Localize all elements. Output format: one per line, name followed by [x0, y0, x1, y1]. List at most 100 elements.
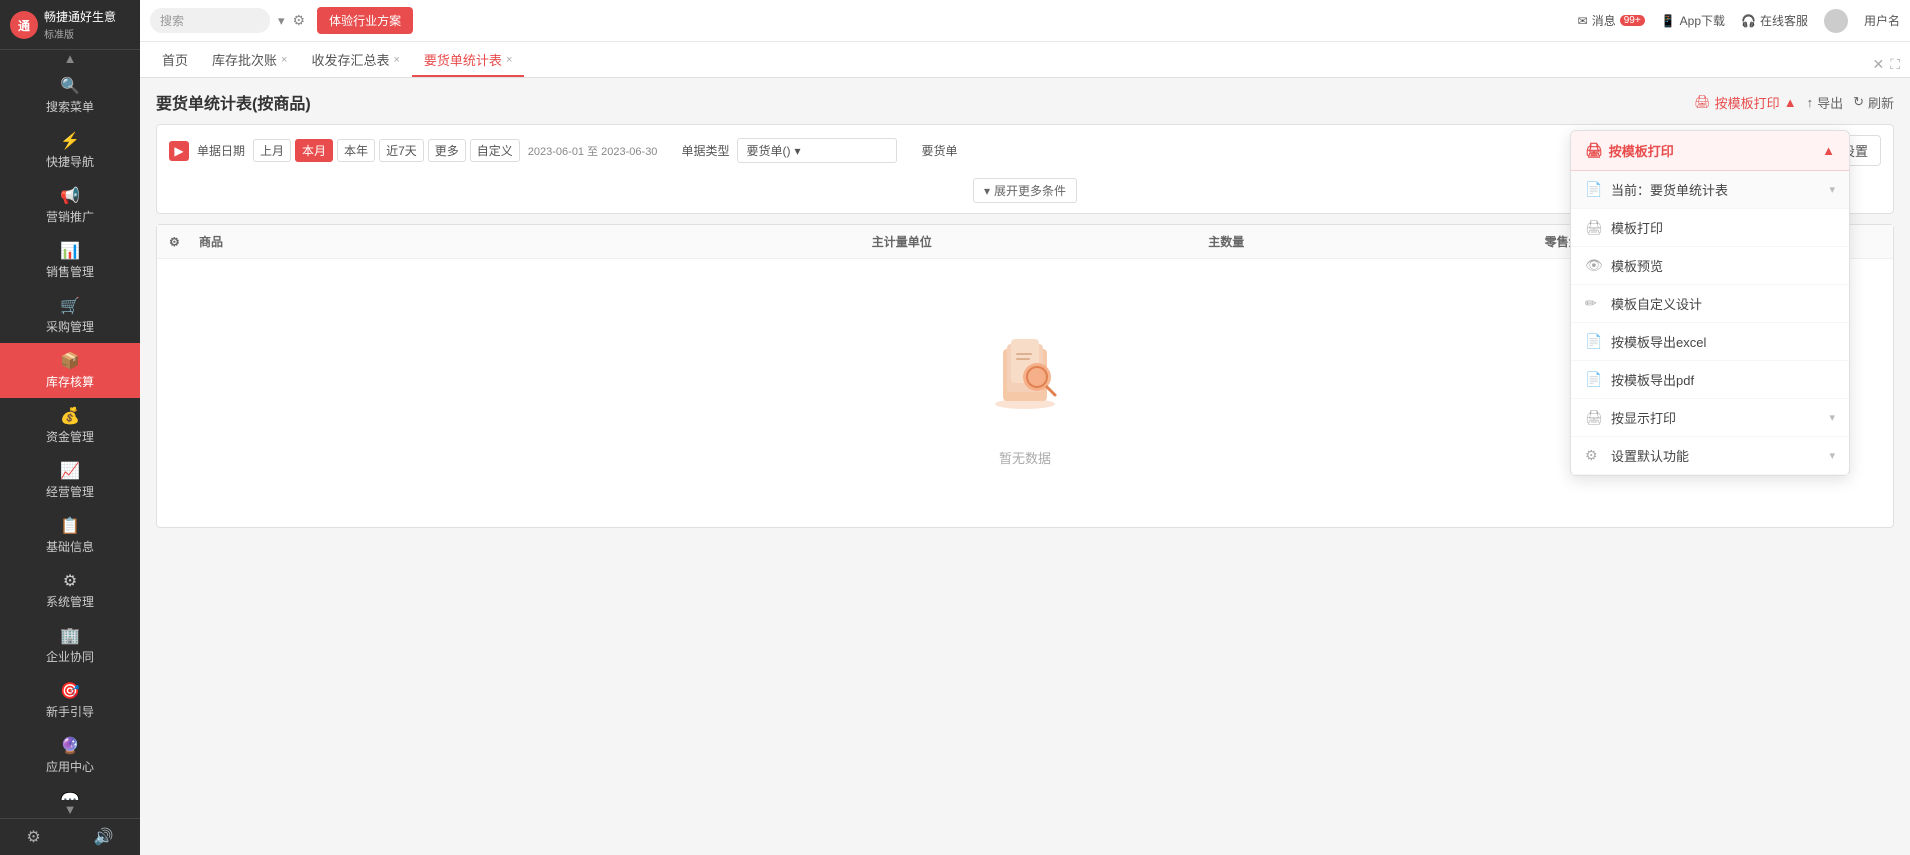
dropdown-current-template[interactable]: 📄 当前：要货单统计表 ▾ — [1571, 171, 1849, 209]
sidebar-scroll-up[interactable]: ▲ — [0, 50, 140, 68]
sidebar-item-label: 企业协同 — [46, 648, 94, 665]
basic-icon: 📋 — [60, 516, 80, 536]
app-download-label: App下载 — [1680, 12, 1725, 29]
expand-more-btn[interactable]: ▾ 展开更多条件 — [973, 178, 1077, 203]
sidebar-bottom: ⚙ 🔊 — [0, 818, 140, 855]
topbar-right: ✉ 消息 99+ 📱 App下载 🎧 在线客服 用户名 — [1578, 9, 1900, 33]
dropdown-collapse-icon[interactable]: ▲ — [1822, 143, 1835, 158]
sidebar-item-wechat[interactable]: 💬 企业微信 — [0, 783, 140, 800]
sidebar-settings-btn[interactable]: ⚙ — [26, 827, 40, 847]
topbar-search-display[interactable]: 搜索 — [150, 8, 270, 33]
dropdown-template-preview[interactable]: 👁 模板预览 — [1571, 247, 1849, 285]
date-btn-more[interactable]: 更多 — [428, 139, 466, 162]
sidebar-item-sales[interactable]: 📊 销售管理 — [0, 233, 140, 288]
message-btn[interactable]: ✉ 消息 99+ — [1578, 12, 1645, 29]
sidebar-item-search[interactable]: 🔍 搜索菜单 — [0, 68, 140, 123]
sidebar-item-marketing[interactable]: 📢 营销推广 — [0, 178, 140, 233]
tab-home[interactable]: 首页 — [150, 44, 200, 77]
page-header: 要货单统计表(按商品) 🖨 按模板打印 ▲ ↑ 导出 ↻ 刷新 — [156, 90, 1894, 114]
sidebar-item-enterprise[interactable]: 🏢 企业协同 — [0, 618, 140, 673]
close-window-btn[interactable]: ✕ — [1872, 56, 1884, 73]
date-btn-custom[interactable]: 自定义 — [470, 139, 520, 162]
logo-icon: 通 — [10, 11, 38, 39]
print-template-btn[interactable]: 🖨 按模板打印 ▲ — [1694, 93, 1796, 112]
date-btn-last-month[interactable]: 上月 — [253, 139, 291, 162]
message-icon: ✉ — [1578, 14, 1588, 28]
col-qty: 主数量 — [1208, 233, 1544, 250]
tab-receipt-close[interactable]: × — [393, 54, 399, 66]
tab-batch-close[interactable]: × — [281, 54, 287, 66]
export-excel-label: 按模板导出excel — [1611, 332, 1706, 351]
empty-illustration — [975, 319, 1075, 438]
purchase-icon: 🛒 — [60, 296, 80, 316]
export-btn[interactable]: ↑ 导出 — [1807, 93, 1844, 112]
sidebar-item-purchase[interactable]: 🛒 采购管理 — [0, 288, 140, 343]
message-label: 消息 — [1592, 12, 1616, 29]
refresh-btn[interactable]: ↻ 刷新 — [1853, 93, 1894, 112]
date-btn-7days[interactable]: 近7天 — [379, 139, 424, 162]
expand-label: 展开更多条件 — [994, 182, 1066, 199]
set-default-label: 设置默认功能 — [1611, 446, 1689, 465]
template-print-label: 模板打印 — [1611, 218, 1663, 237]
sidebar-help-btn[interactable]: 🔊 — [94, 827, 114, 847]
trial-btn[interactable]: 体验行业方案 — [317, 7, 413, 34]
customer-service-btn[interactable]: 🎧 在线客服 — [1741, 12, 1808, 29]
dropdown-template-custom[interactable]: ✏ 模板自定义设计 — [1571, 285, 1849, 323]
appstore-icon: 🔮 — [60, 736, 80, 756]
inventory-icon: 📦 — [60, 351, 80, 371]
guide-icon: 🎯 — [60, 681, 80, 701]
sidebar-item-label: 搜索菜单 — [46, 98, 94, 115]
user-avatar[interactable] — [1824, 9, 1848, 33]
date-btn-this-year[interactable]: 本年 — [337, 139, 375, 162]
bill-type-value: 要货单() — [746, 142, 790, 159]
sidebar-item-appstore[interactable]: 🔮 应用中心 — [0, 728, 140, 783]
display-print-arrow: ▾ — [1829, 411, 1835, 424]
sidebar-item-quicknav[interactable]: ⚡ 快捷导航 — [0, 123, 140, 178]
tab-receipt[interactable]: 收发存汇总表 × — [299, 44, 411, 77]
expand-window-btn[interactable]: ⛶ — [1890, 56, 1900, 73]
sidebar: 通 畅捷通好生意 标准版 ▲ 🔍 搜索菜单 ⚡ 快捷导航 📢 营销推广 📊 销售… — [0, 0, 140, 855]
sidebar-item-operation[interactable]: 📈 经营管理 — [0, 453, 140, 508]
sidebar-scroll-down[interactable]: ▼ — [0, 800, 140, 818]
bill-type-select[interactable]: 要货单() ▾ — [737, 138, 897, 163]
sidebar-item-inventory[interactable]: 📦 库存核算 — [0, 343, 140, 398]
tab-order-stat[interactable]: 要货单统计表 × — [412, 44, 524, 77]
page-actions: 🖨 按模板打印 ▲ ↑ 导出 ↻ 刷新 — [1694, 93, 1894, 112]
date-btn-this-month[interactable]: 本月 — [295, 139, 333, 162]
sidebar-item-label: 资金管理 — [46, 428, 94, 445]
sidebar-item-basic[interactable]: 📋 基础信息 — [0, 508, 140, 563]
sidebar-item-finance[interactable]: 💰 资金管理 — [0, 398, 140, 453]
set-default-arrow: ▾ — [1829, 449, 1835, 462]
sidebar-item-label: 采购管理 — [46, 318, 94, 335]
tab-batch[interactable]: 库存批次账 × — [200, 44, 299, 77]
export-excel-icon: 📄 — [1585, 333, 1603, 350]
dropdown-set-default[interactable]: ⚙ 设置默认功能 ▾ — [1571, 437, 1849, 475]
app-version: 标准版 — [44, 26, 116, 41]
dropdown-header: 🖨 按模板打印 ▲ — [1571, 131, 1849, 171]
page-content: 要货单统计表(按商品) 🖨 按模板打印 ▲ ↑ 导出 ↻ 刷新 — [140, 78, 1910, 855]
col-settings[interactable]: ⚙ — [169, 235, 199, 249]
order-type-label: 要货单 — [921, 142, 957, 159]
current-template-label: 当前：要货单统计表 — [1611, 180, 1728, 199]
tab-order-stat-close[interactable]: × — [506, 54, 512, 66]
message-badge: 99+ — [1620, 15, 1645, 26]
current-template-icon: 📄 — [1585, 181, 1603, 198]
topbar-dropdown-arrow[interactable]: ▾ — [278, 13, 285, 29]
dropdown-display-print[interactable]: 🖨 按显示打印 ▾ — [1571, 399, 1849, 437]
dropdown-template-print[interactable]: 🖨 模板打印 — [1571, 209, 1849, 247]
filter-expand-arrow[interactable]: ▶ — [169, 141, 189, 161]
expand-chevron-icon: ▾ — [984, 184, 990, 198]
date-label: 单据日期 — [197, 142, 245, 159]
topbar-gear-icon[interactable]: ⚙ — [293, 12, 306, 29]
app-name: 畅捷通好生意 — [44, 10, 116, 26]
export-pdf-icon: 📄 — [1585, 371, 1603, 388]
sidebar-item-guide[interactable]: 🎯 新手引导 — [0, 673, 140, 728]
dropdown-export-pdf[interactable]: 📄 按模板导出pdf — [1571, 361, 1849, 399]
dropdown-export-excel[interactable]: 📄 按模板导出excel — [1571, 323, 1849, 361]
app-download-btn[interactable]: 📱 App下载 — [1661, 12, 1725, 29]
refresh-label: 刷新 — [1868, 93, 1894, 112]
sidebar-item-system[interactable]: ⚙ 系统管理 — [0, 563, 140, 618]
template-custom-icon: ✏ — [1585, 295, 1603, 312]
refresh-icon: ↻ — [1853, 94, 1864, 110]
display-print-icon: 🖨 — [1585, 409, 1603, 426]
